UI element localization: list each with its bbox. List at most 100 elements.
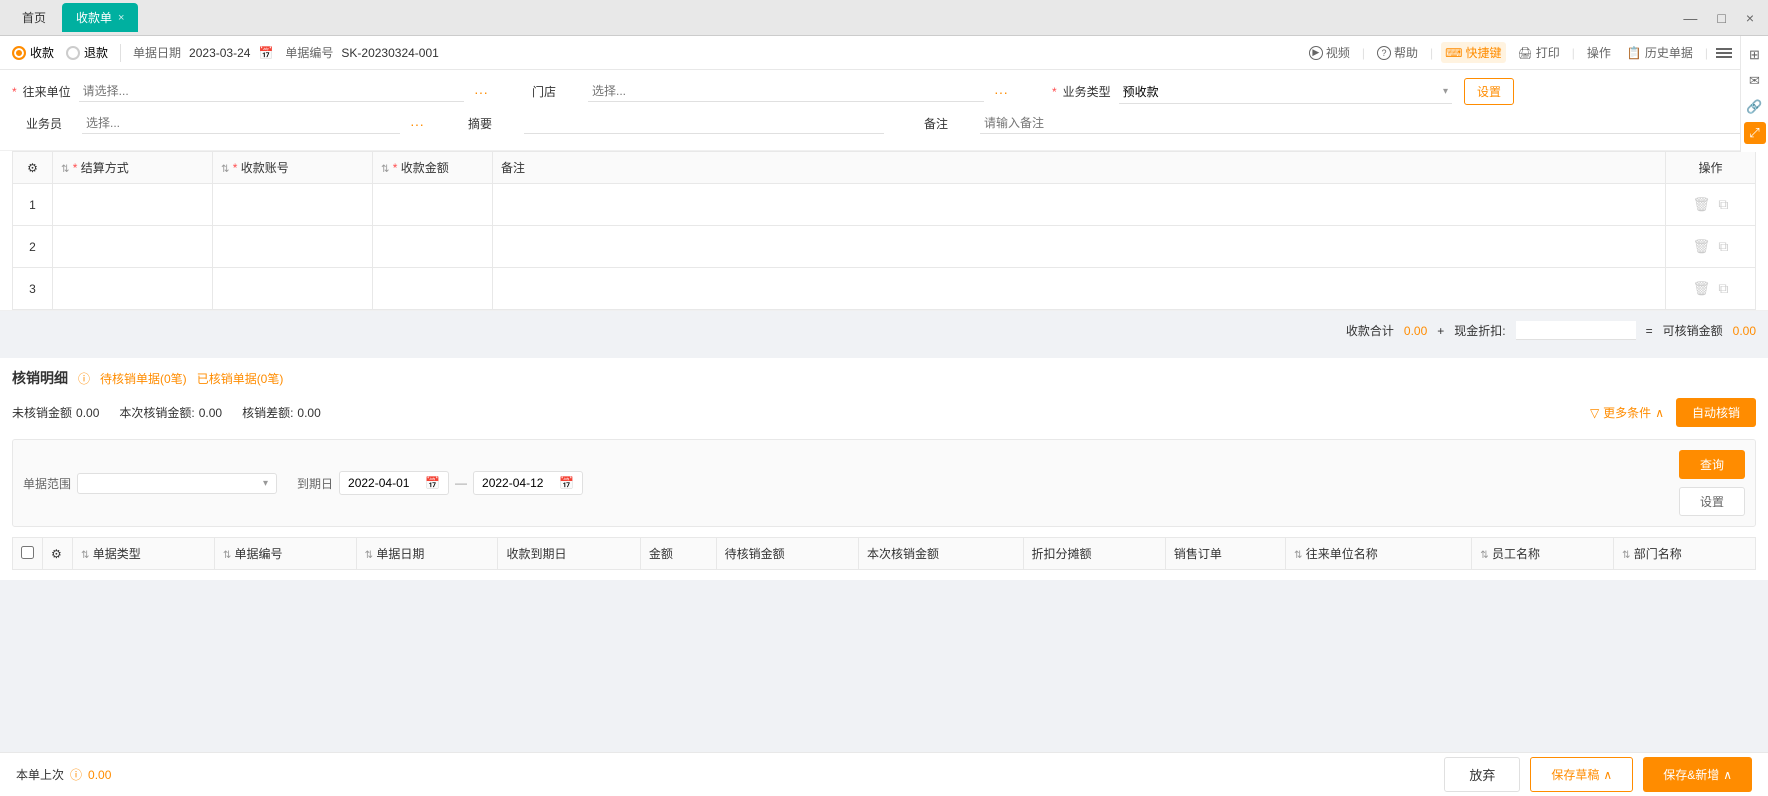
- sidebar-link-icon[interactable]: 🔗: [1744, 96, 1766, 118]
- delete-btn-1[interactable]: 🗑: [1693, 196, 1711, 213]
- bottom-actions: 放弃 保存草稿 ∧ 保存&新增 ∧: [1444, 757, 1752, 792]
- row-amount-1[interactable]: [373, 184, 493, 226]
- radio-refund[interactable]: 退款: [66, 44, 108, 61]
- remark-input[interactable]: [980, 113, 1756, 134]
- business-type-select[interactable]: 预收款 ▾: [1119, 80, 1452, 104]
- col-settings[interactable]: ⚙: [13, 152, 53, 184]
- close-btn[interactable]: ×: [1740, 8, 1760, 28]
- radio-receipt[interactable]: 收款: [12, 44, 54, 61]
- row-account-1[interactable]: [213, 184, 373, 226]
- writeoff-info-icon[interactable]: ⓘ: [78, 370, 90, 387]
- select-all-checkbox[interactable]: [21, 546, 34, 559]
- doc-no-value[interactable]: SK-20230324-001: [341, 46, 438, 60]
- sort-doc-date[interactable]: ⇅: [365, 550, 373, 561]
- salesperson-input[interactable]: [82, 113, 400, 134]
- pending-tab-link[interactable]: 待核销单据(0笔): [100, 370, 187, 387]
- more-conditions-btn[interactable]: ▽ 更多条件 ∧: [1590, 404, 1664, 421]
- tab-home[interactable]: 首页: [8, 3, 60, 32]
- gear-settings-icon[interactable]: ⚙: [27, 161, 38, 175]
- diff-value: 0.00: [297, 406, 320, 420]
- row-account-3[interactable]: [213, 268, 373, 310]
- sidebar-expand-icon[interactable]: ⤢: [1744, 122, 1766, 144]
- view-toggle-btn[interactable]: [1716, 48, 1732, 58]
- sort-partner[interactable]: ⇅: [1294, 550, 1302, 561]
- doc-date-value[interactable]: 2023-03-24: [189, 46, 250, 60]
- discount-label: 现金折扣:: [1454, 322, 1505, 339]
- partner-more-btn[interactable]: ···: [470, 84, 492, 100]
- sort-doc-type[interactable]: ⇅: [81, 550, 89, 561]
- store-more-btn[interactable]: ···: [990, 84, 1012, 100]
- row-settlement-3[interactable]: [53, 268, 213, 310]
- sort-doc-no[interactable]: ⇅: [223, 550, 231, 561]
- minimize-btn[interactable]: —: [1677, 8, 1703, 28]
- writeoff-header: 核销明细 ⓘ 待核销单据(0笔) 已核销单据(0笔): [12, 368, 1756, 388]
- row-amount-2[interactable]: [373, 226, 493, 268]
- shortcut-icon: ⌨: [1445, 46, 1462, 60]
- help-btn[interactable]: ? 帮助: [1373, 42, 1422, 63]
- row-settlement-1[interactable]: [53, 184, 213, 226]
- summary-input[interactable]: [524, 113, 884, 134]
- table-row: 3 🗑 ⧉: [13, 268, 1756, 310]
- copy-btn-2[interactable]: ⧉: [1718, 238, 1728, 255]
- save-button[interactable]: 保存&新增 ∧: [1643, 757, 1752, 792]
- sort-dept[interactable]: ⇅: [1622, 550, 1630, 561]
- row-remark-2[interactable]: [493, 226, 1666, 268]
- summary-field: 摘要: [468, 113, 884, 134]
- delete-btn-3[interactable]: 🗑: [1693, 280, 1711, 297]
- done-tab-link[interactable]: 已核销单据(0笔): [197, 370, 284, 387]
- tab-receipt[interactable]: 收款单 ×: [62, 3, 138, 32]
- due-date-label: 到期日: [297, 475, 333, 492]
- row-remark-3[interactable]: [493, 268, 1666, 310]
- query-actions: 查询 设置: [1679, 450, 1745, 516]
- cal-to-icon[interactable]: 📅: [559, 476, 574, 490]
- tab-home-label: 首页: [22, 9, 46, 26]
- current-value: 0.00: [199, 406, 222, 420]
- store-field: 门店 ···: [532, 81, 1012, 102]
- maximize-btn[interactable]: □: [1711, 8, 1731, 28]
- settings-button[interactable]: 设置: [1464, 78, 1514, 105]
- calendar-icon[interactable]: 📅: [258, 46, 273, 60]
- history-btn[interactable]: 📋 历史单据: [1623, 42, 1697, 63]
- sort-employee[interactable]: ⇅: [1480, 550, 1488, 561]
- partner-input[interactable]: [79, 81, 464, 102]
- row-account-2[interactable]: [213, 226, 373, 268]
- tab-close-icon[interactable]: ×: [118, 12, 124, 24]
- chevron-down-icon: ▾: [1443, 86, 1448, 97]
- sort-icon-amount[interactable]: ⇅: [381, 164, 389, 175]
- date-to-input[interactable]: 2022-04-12 📅: [473, 471, 583, 495]
- settings-small-button[interactable]: 设置: [1679, 487, 1745, 516]
- col-gear[interactable]: ⚙: [43, 538, 73, 570]
- date-from-input[interactable]: 2022-04-01 📅: [339, 471, 449, 495]
- copy-btn-1[interactable]: ⧉: [1718, 196, 1728, 213]
- print-btn[interactable]: 🖨 打印: [1514, 42, 1564, 63]
- draft-button[interactable]: 保存草稿 ∧: [1530, 757, 1633, 792]
- discard-button[interactable]: 放弃: [1444, 757, 1520, 792]
- row-amount-3[interactable]: [373, 268, 493, 310]
- discount-input[interactable]: [1516, 321, 1636, 340]
- sort-icon-settlement[interactable]: ⇅: [61, 164, 69, 175]
- delete-btn-2[interactable]: 🗑: [1693, 238, 1711, 255]
- copy-btn-3[interactable]: ⧉: [1718, 280, 1728, 297]
- salesperson-more-btn[interactable]: ···: [406, 116, 428, 132]
- help-icon: ?: [1377, 46, 1391, 60]
- shortcut-btn[interactable]: ⌨ 快捷键: [1441, 42, 1505, 63]
- sort-icon-account[interactable]: ⇅: [221, 164, 229, 175]
- sidebar-table-icon[interactable]: ⊞: [1744, 44, 1766, 66]
- doc-range-select[interactable]: ▾: [77, 473, 277, 494]
- auto-writeoff-btn[interactable]: 自动核销: [1676, 398, 1756, 427]
- top-toolbar: 收款 退款 单据日期 2023-03-24 📅 单据编号 SK-20230324…: [0, 36, 1768, 70]
- business-type-value: 预收款: [1123, 83, 1159, 100]
- col-doc-date: ⇅ 单据日期: [356, 538, 498, 570]
- row-settlement-2[interactable]: [53, 226, 213, 268]
- doc-date-group: 单据日期 2023-03-24 📅: [133, 44, 273, 61]
- operations-btn[interactable]: 操作: [1583, 42, 1615, 63]
- query-button[interactable]: 查询: [1679, 450, 1745, 479]
- writeoff-section: 核销明细 ⓘ 待核销单据(0笔) 已核销单据(0笔) 未核销金额 0.00 本次…: [0, 358, 1768, 580]
- video-btn[interactable]: ▶ 视频: [1305, 42, 1354, 63]
- row-remark-1[interactable]: [493, 184, 1666, 226]
- store-input[interactable]: [588, 81, 984, 102]
- sidebar-email-icon[interactable]: ✉: [1744, 70, 1766, 92]
- cal-from-icon[interactable]: 📅: [425, 476, 440, 490]
- col-checkbox[interactable]: [13, 538, 43, 570]
- row-num-1: 1: [13, 184, 53, 226]
